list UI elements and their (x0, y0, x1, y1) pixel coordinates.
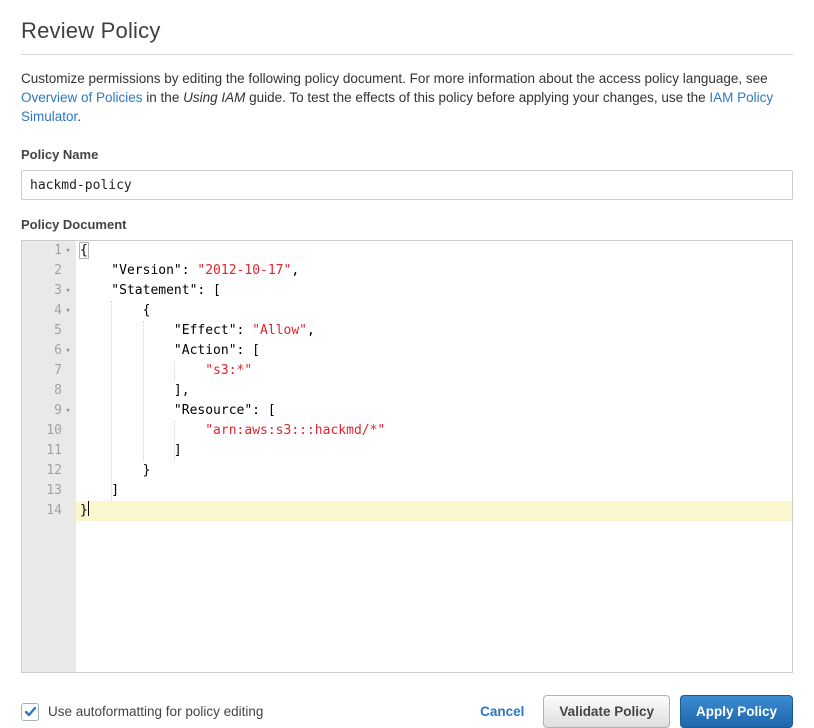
description-text: Customize permissions by editing the fol… (21, 71, 768, 86)
code-line[interactable]: "Action": [ (76, 341, 792, 361)
line-number: 9 (54, 401, 62, 421)
gutter-line-number: 3▾ (22, 281, 76, 301)
title-divider (21, 54, 793, 55)
policy-document-label: Policy Document (21, 217, 793, 232)
line-number: 3 (54, 281, 62, 301)
code-line[interactable]: } (76, 501, 792, 521)
gutter-line-number: 1▾ (22, 241, 76, 261)
line-number: 6 (54, 341, 62, 361)
line-number: 4 (54, 301, 62, 321)
code-line[interactable]: "s3:*" (76, 361, 792, 381)
code-token: { (80, 303, 150, 318)
code-token: "Statement": [ (80, 283, 221, 298)
code-line[interactable]: "Resource": [ (76, 401, 792, 421)
description-text: in the (143, 90, 184, 105)
policy-name-label: Policy Name (21, 147, 793, 162)
gutter-line-number: 10 (22, 421, 76, 441)
code-line[interactable]: "Version": "2012-10-17", (76, 261, 792, 281)
code-token: "Version": (80, 263, 197, 278)
matched-bracket-token: { (80, 243, 88, 258)
code-token: "Action": [ (80, 343, 260, 358)
policy-document-editor[interactable]: 1▾23▾4▾56▾789▾1011121314 { "Version": "2… (21, 240, 793, 673)
line-number: 14 (46, 501, 62, 521)
string-token: "Allow" (252, 323, 307, 338)
description-text: guide. To test the effects of this polic… (245, 90, 709, 105)
string-token: "arn:aws:s3:::hackmd/*" (205, 423, 385, 438)
code-line[interactable]: } (76, 461, 792, 481)
overview-of-policies-link[interactable]: Overview of Policies (21, 90, 143, 105)
validate-policy-button[interactable]: Validate Policy (543, 695, 670, 728)
line-number: 11 (46, 441, 62, 461)
cancel-link[interactable]: Cancel (480, 704, 524, 719)
code-token: } (80, 463, 150, 478)
line-number: 10 (46, 421, 62, 441)
gutter-line-number: 9▾ (22, 401, 76, 421)
apply-policy-button[interactable]: Apply Policy (680, 695, 793, 728)
code-token: ] (80, 443, 182, 458)
gutter-line-number: 11 (22, 441, 76, 461)
code-token: ] (80, 483, 119, 498)
code-token: , (291, 263, 299, 278)
code-line[interactable]: { (76, 301, 792, 321)
code-line[interactable]: "Effect": "Allow", (76, 321, 792, 341)
line-number: 8 (54, 381, 62, 401)
editor-code-area[interactable]: { "Version": "2012-10-17", "Statement": … (76, 241, 792, 672)
description-paragraph: Customize permissions by editing the fol… (21, 69, 793, 126)
code-token: } (80, 503, 88, 518)
code-token (80, 363, 205, 378)
code-line[interactable]: ] (76, 441, 792, 461)
gutter-line-number: 6▾ (22, 341, 76, 361)
code-line[interactable]: ] (76, 481, 792, 501)
gutter-line-number: 4▾ (22, 301, 76, 321)
fold-arrow-icon[interactable]: ▾ (62, 341, 74, 361)
line-number: 13 (46, 481, 62, 501)
gutter-line-number: 5 (22, 321, 76, 341)
autoformat-checkbox[interactable] (21, 703, 39, 721)
fold-arrow-icon[interactable]: ▾ (62, 401, 74, 421)
policy-name-input[interactable] (21, 170, 793, 200)
fold-arrow-icon[interactable]: ▾ (62, 301, 74, 321)
string-token: "2012-10-17" (197, 263, 291, 278)
autoformat-label: Use autoformatting for policy editing (48, 704, 263, 719)
code-line[interactable]: ], (76, 381, 792, 401)
page-title: Review Policy (21, 18, 793, 44)
description-text: . (77, 109, 81, 124)
code-line[interactable]: "arn:aws:s3:::hackmd/*" (76, 421, 792, 441)
line-number: 12 (46, 461, 62, 481)
guide-name-emphasis: Using IAM (183, 90, 245, 105)
code-line[interactable]: "Statement": [ (76, 281, 792, 301)
text-cursor (88, 501, 90, 516)
code-token: "Effect": (80, 323, 252, 338)
fold-arrow-icon[interactable]: ▾ (62, 281, 74, 301)
code-token: "Resource": [ (80, 403, 276, 418)
string-token: "s3:*" (205, 363, 252, 378)
fold-arrow-icon[interactable]: ▾ (62, 241, 74, 261)
code-line[interactable]: { (76, 241, 792, 261)
code-token (80, 423, 205, 438)
gutter-line-number: 8 (22, 381, 76, 401)
line-number: 7 (54, 361, 62, 381)
editor-gutter: 1▾23▾4▾56▾789▾1011121314 (22, 241, 76, 672)
gutter-line-number: 13 (22, 481, 76, 501)
gutter-line-number: 7 (22, 361, 76, 381)
gutter-line-number: 12 (22, 461, 76, 481)
line-number: 2 (54, 261, 62, 281)
code-token: ], (80, 383, 190, 398)
code-token: , (307, 323, 315, 338)
checkmark-icon (24, 705, 37, 718)
line-number: 1 (54, 241, 62, 261)
line-number: 5 (54, 321, 62, 341)
gutter-line-number: 14 (22, 501, 76, 521)
footer-bar: Use autoformatting for policy editing Ca… (21, 695, 793, 728)
gutter-line-number: 2 (22, 261, 76, 281)
